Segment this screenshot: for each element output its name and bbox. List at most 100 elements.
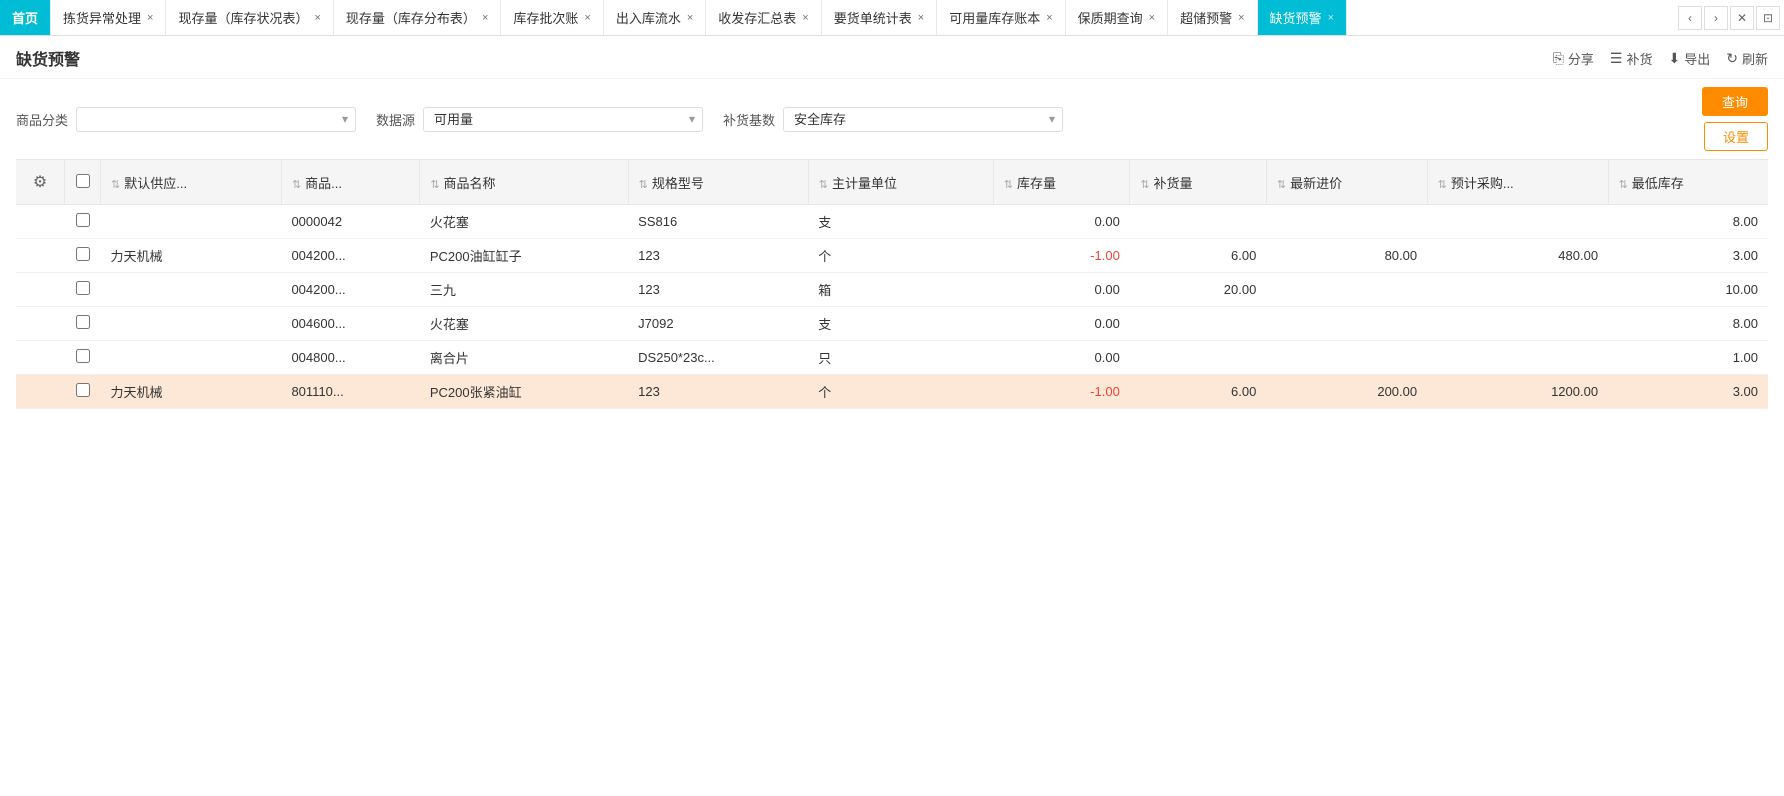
replenish-base-select-wrapper: 安全库存 <box>783 107 1063 132</box>
sort-min-stock[interactable]: 最低库存 <box>1619 176 1684 191</box>
export-action[interactable]: ⬇ 导出 <box>1669 49 1711 68</box>
tab-label-current-stock-dist: 现存量（库存分布表） <box>346 8 476 27</box>
tab-close-expiry-query[interactable]: × <box>1149 12 1155 24</box>
refresh-label: 刷新 <box>1742 49 1768 68</box>
tab-close-current-stock-status[interactable]: × <box>314 12 320 24</box>
tab-next-button[interactable]: › <box>1704 6 1728 30</box>
row-checkbox-2[interactable] <box>76 247 90 261</box>
tab-item-overstock[interactable]: 超储预警× <box>1168 0 1257 35</box>
td-product-name-5: 离合片 <box>420 341 628 375</box>
sort-default-supplier[interactable]: 默认供应... <box>111 176 187 191</box>
row-checkbox-1[interactable] <box>76 213 90 227</box>
sort-product-code[interactable]: 商品... <box>292 176 342 191</box>
tab-close-available-ledger[interactable]: × <box>1046 12 1052 24</box>
tab-item-shortage[interactable]: 缺货预警× <box>1258 0 1347 35</box>
td-est-purchase-2: 480.00 <box>1427 239 1608 273</box>
td-settings-1 <box>16 205 65 239</box>
td-unit-4: 支 <box>808 307 993 341</box>
tab-prev-button[interactable]: ‹ <box>1678 6 1702 30</box>
table-row: 力天机械801110...PC200张紧油缸123个-1.006.00200.0… <box>16 375 1768 409</box>
tab-item-expiry-query[interactable]: 保质期查询× <box>1066 0 1168 35</box>
select-all-checkbox[interactable] <box>76 174 90 188</box>
td-settings-2 <box>16 239 65 273</box>
refresh-icon: ↻ <box>1726 50 1738 67</box>
td-stock-qty-6: -1.00 <box>993 375 1130 409</box>
td-product-code-2: 004200... <box>281 239 419 273</box>
datasource-select[interactable]: 可用量 <box>423 107 703 132</box>
refresh-action[interactable]: ↻ 刷新 <box>1726 49 1768 68</box>
td-min-stock-3: 10.00 <box>1608 273 1768 307</box>
tab-label-pick-exception: 拣货异常处理 <box>63 8 141 27</box>
replenish-base-select[interactable]: 安全库存 <box>783 107 1063 132</box>
tab-close-overstock[interactable]: × <box>1238 12 1244 24</box>
td-checkbox-2 <box>65 239 101 273</box>
tab-label-receive-summary: 收发存汇总表 <box>718 8 796 27</box>
tab-close-all-button[interactable]: ✕ <box>1730 6 1754 30</box>
table-row: 0000042火花塞SS816支0.008.00 <box>16 205 1768 239</box>
tab-item-pick-exception[interactable]: 拣货异常处理 × <box>51 0 166 35</box>
tab-close-receive-summary[interactable]: × <box>802 12 808 24</box>
tab-close-pick-exception[interactable]: × <box>147 12 153 24</box>
tab-expand-button[interactable]: ⊡ <box>1756 6 1780 30</box>
td-replenish-qty-3: 20.00 <box>1130 273 1267 307</box>
table-settings-icon[interactable]: ⚙ <box>26 168 54 196</box>
tab-item-current-stock-dist[interactable]: 现存量（库存分布表） × <box>334 0 501 35</box>
row-checkbox-3[interactable] <box>76 281 90 295</box>
td-min-stock-4: 8.00 <box>1608 307 1768 341</box>
sort-product-name[interactable]: 商品名称 <box>430 176 495 191</box>
row-checkbox-5[interactable] <box>76 349 90 363</box>
category-select[interactable] <box>76 107 356 132</box>
tab-label-current-stock-status: 现存量（库存状况表） <box>178 8 308 27</box>
td-product-code-3: 004200... <box>281 273 419 307</box>
th-replenish-qty: 补货量 <box>1130 160 1267 205</box>
td-stock-qty-1: 0.00 <box>993 205 1130 239</box>
row-checkbox-4[interactable] <box>76 315 90 329</box>
td-est-purchase-1 <box>1427 205 1608 239</box>
td-latest-price-4 <box>1266 307 1427 341</box>
tab-close-order-stat[interactable]: × <box>918 12 924 24</box>
replenish-icon: ☰ <box>1610 50 1623 67</box>
td-product-name-3: 三九 <box>420 273 628 307</box>
tab-item-available-ledger[interactable]: 可用量库存账本 × <box>937 0 1065 35</box>
td-stock-qty-3: 0.00 <box>993 273 1130 307</box>
td-product-code-5: 004800... <box>281 341 419 375</box>
tab-item-order-stat[interactable]: 要货单统计表× <box>822 0 937 35</box>
sort-replenish-qty[interactable]: 补货量 <box>1140 176 1192 191</box>
sort-unit[interactable]: 主计量单位 <box>819 176 897 191</box>
filter-right-actions: 查询 设置 <box>1702 87 1768 151</box>
th-min-stock: 最低库存 <box>1608 160 1768 205</box>
settings-button[interactable]: 设置 <box>1704 122 1768 151</box>
table-container: ⚙ 默认供应... 商品... 商品名称 规格型号 主计量单位 库存量 补货量 … <box>0 159 1784 409</box>
replenish-base-filter-group: 补货基数 安全库存 <box>723 107 1063 132</box>
share-action[interactable]: ⎘ 分享 <box>1553 49 1594 68</box>
tab-close-inout-flow[interactable]: × <box>687 12 693 24</box>
query-button[interactable]: 查询 <box>1702 87 1768 116</box>
td-latest-price-5 <box>1266 341 1427 375</box>
replenish-action[interactable]: ☰ 补货 <box>1610 49 1653 68</box>
tab-item-home[interactable]: 首页 <box>0 0 51 35</box>
td-settings-6 <box>16 375 65 409</box>
tab-close-current-stock-dist[interactable]: × <box>482 12 488 24</box>
tab-close-shortage[interactable]: × <box>1328 12 1334 24</box>
table-row: 004800...离合片DS250*23c...只0.001.00 <box>16 341 1768 375</box>
main-table: ⚙ 默认供应... 商品... 商品名称 规格型号 主计量单位 库存量 补货量 … <box>16 159 1768 409</box>
td-stock-qty-2: -1.00 <box>993 239 1130 273</box>
td-spec-5: DS250*23c... <box>628 341 808 375</box>
sort-stock-qty[interactable]: 库存量 <box>1004 176 1056 191</box>
td-replenish-qty-2: 6.00 <box>1130 239 1267 273</box>
tab-item-current-stock-status[interactable]: 现存量（库存状况表） × <box>166 0 333 35</box>
td-latest-price-6: 200.00 <box>1266 375 1427 409</box>
tab-label-available-ledger: 可用量库存账本 <box>949 8 1040 27</box>
sort-latest-price[interactable]: 最新进价 <box>1277 176 1342 191</box>
tab-close-batch-account[interactable]: × <box>584 12 590 24</box>
row-checkbox-6[interactable] <box>76 383 90 397</box>
tab-item-inout-flow[interactable]: 出入库流水× <box>604 0 706 35</box>
tab-item-receive-summary[interactable]: 收发存汇总表 × <box>706 0 821 35</box>
sort-est-purchase[interactable]: 预计采购... <box>1438 176 1514 191</box>
datasource-select-wrapper: 可用量 <box>423 107 703 132</box>
sort-spec[interactable]: 规格型号 <box>639 176 704 191</box>
table-row: 力天机械004200...PC200油缸缸子123个-1.006.0080.00… <box>16 239 1768 273</box>
tab-item-batch-account[interactable]: 库存批次账× <box>501 0 603 35</box>
td-checkbox-4 <box>65 307 101 341</box>
td-product-name-1: 火花塞 <box>420 205 628 239</box>
